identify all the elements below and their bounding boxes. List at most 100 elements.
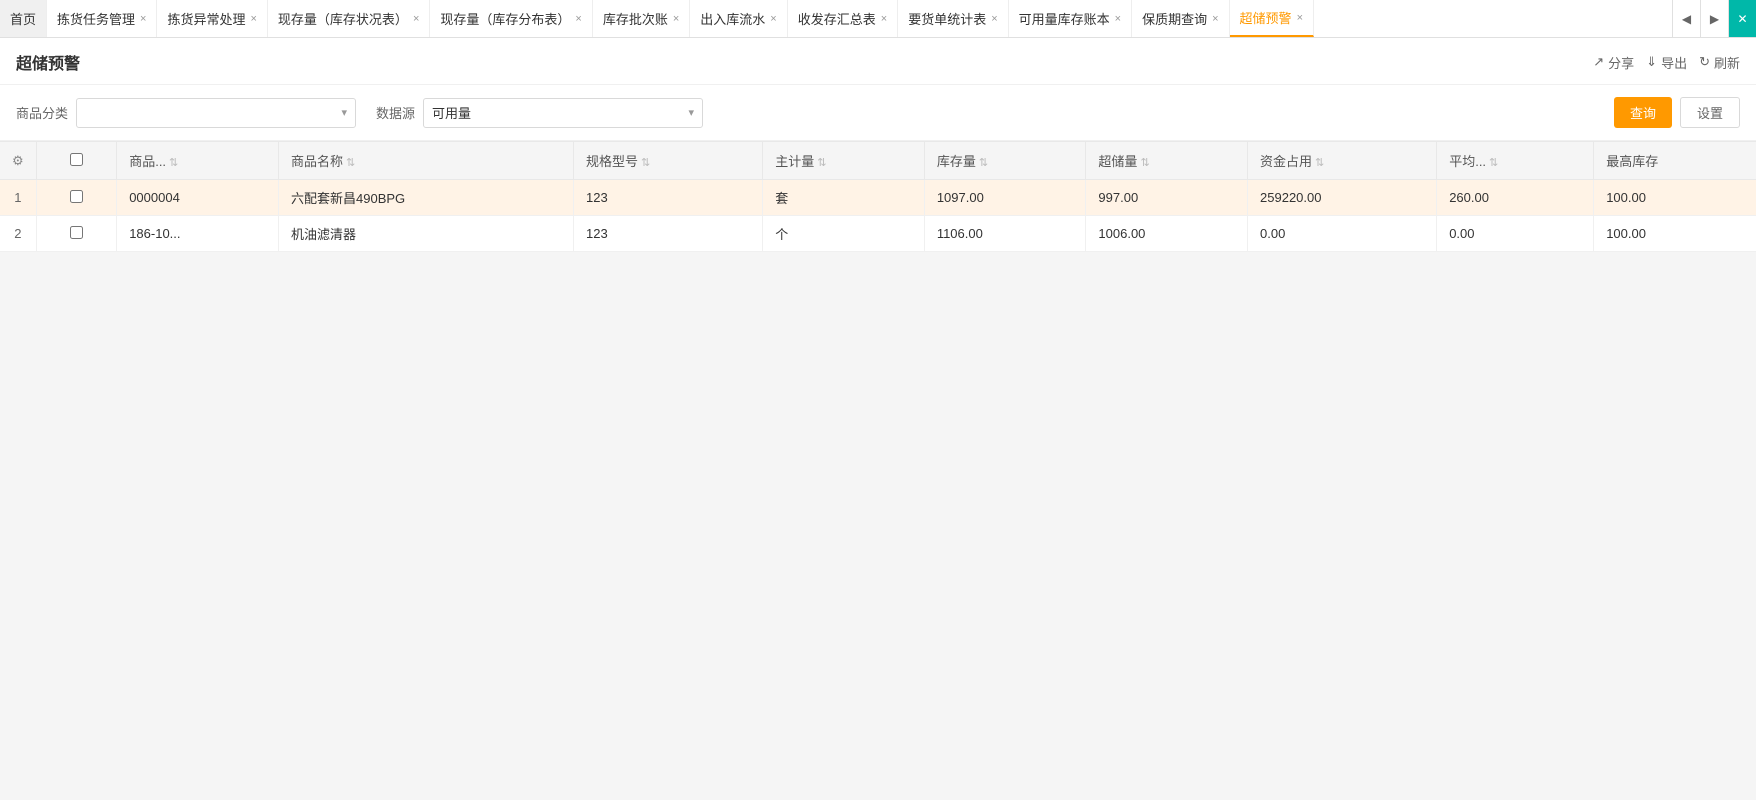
nav-close-icon[interactable]: × [1115,13,1121,25]
table-container: ⚙ 商品...⇅ 商品名称⇅ 规格型号⇅ 主计量⇅ [0,141,1756,252]
sort-icon: ⇅ [169,157,178,169]
column-max-stock[interactable]: 最高库存 [1594,142,1756,180]
row-checkbox[interactable] [70,226,83,239]
row-unit: 套 [763,180,925,216]
nav-item-task-mgmt[interactable]: 拣货任务管理 × [47,0,157,37]
column-capital[interactable]: 资金占用⇅ [1248,142,1437,180]
sort-icon: ⇅ [1140,157,1149,169]
nav-close-icon[interactable]: × [770,13,776,25]
query-button[interactable]: 查询 [1614,97,1672,128]
export-button[interactable]: ⇓ 导出 [1646,53,1687,72]
row-stock: 1106.00 [924,216,1086,252]
row-checkbox-cell[interactable] [36,180,117,216]
nav-item-summary[interactable]: 收发存汇总表 × [788,0,898,37]
row-avg: 0.00 [1437,216,1594,252]
row-checkbox[interactable] [70,190,83,203]
refresh-icon: ↻ [1699,54,1710,70]
refresh-label: 刷新 [1714,53,1740,72]
table-row[interactable]: 1 0000004 六配套新昌490BPG 123 套 1097.00 997.… [0,180,1756,216]
chevron-down-icon: ▾ [689,106,695,119]
filter-datasource: 数据源 可用量 ▾ [376,98,703,128]
row-overstock: 997.00 [1086,180,1248,216]
share-icon: ↗ [1593,54,1604,70]
row-overstock: 1006.00 [1086,216,1248,252]
nav-label: 超储预警 [1240,8,1292,27]
nav-close-icon[interactable]: × [991,13,997,25]
nav-label: 库存批次账 [603,9,668,28]
nav-item-overstock-warn[interactable]: 超储预警 × [1230,0,1314,37]
filter-bar: 商品分类 ▾ 数据源 可用量 ▾ 查询 设置 [0,85,1756,141]
nav-close-icon[interactable]: × [1212,13,1218,25]
nav-label: 拣货任务管理 [57,9,135,28]
nav-item-stock-status[interactable]: 现存量（库存状况表） × [268,0,430,37]
nav-item-stock-dist[interactable]: 现存量（库存分布表） × [430,0,592,37]
datasource-select[interactable]: 可用量 ▾ [423,98,703,128]
column-overstock[interactable]: 超储量⇅ [1086,142,1248,180]
row-stock: 1097.00 [924,180,1086,216]
row-sku: 0000004 [117,180,279,216]
nav-close-icon[interactable]: × [575,13,581,25]
nav-item-exception[interactable]: 拣货异常处理 × [157,0,267,37]
nav-label: 要货单统计表 [908,9,986,28]
export-icon: ⇓ [1646,54,1657,70]
table-body: 1 0000004 六配套新昌490BPG 123 套 1097.00 997.… [0,180,1756,252]
sort-icon: ⇅ [641,157,650,169]
column-stock[interactable]: 库存量⇅ [924,142,1086,180]
column-settings[interactable]: ⚙ [0,142,36,180]
nav-home-label: 首页 [10,9,36,28]
filter-actions: 查询 设置 [1614,97,1740,128]
nav-label: 现存量（库存分布表） [440,9,570,28]
row-checkbox-cell[interactable] [36,216,117,252]
chevron-down-icon: ▾ [341,106,347,119]
column-name[interactable]: 商品名称⇅ [279,142,574,180]
sort-icon: ⇅ [817,157,826,169]
nav-item-avail-account[interactable]: 可用量库存账本 × [1009,0,1132,37]
share-label: 分享 [1608,53,1634,72]
column-avg[interactable]: 平均...⇅ [1437,142,1594,180]
datasource-label: 数据源 [376,103,415,122]
filter-category: 商品分类 ▾ [16,98,356,128]
category-select[interactable]: ▾ [76,98,356,128]
nav-close-icon[interactable]: × [1297,12,1303,24]
column-unit[interactable]: 主计量⇅ [763,142,925,180]
row-spec: 123 [574,216,763,252]
gear-icon[interactable]: ⚙ [12,153,24,168]
nav-close-icon[interactable]: × [140,13,146,25]
nav-item-home[interactable]: 首页 [0,0,47,37]
nav-item-batch-account[interactable]: 库存批次账 × [593,0,690,37]
column-checkbox [36,142,117,180]
datasource-select-value: 可用量 [432,103,471,122]
row-sku: 186-10... [117,216,279,252]
nav-close-all-button[interactable]: ✕ [1728,0,1756,38]
nav-prev-button[interactable]: ◀ [1672,0,1700,38]
refresh-button[interactable]: ↻ 刷新 [1699,53,1740,72]
nav-item-order-stats[interactable]: 要货单统计表 × [898,0,1008,37]
row-capital: 259220.00 [1248,180,1437,216]
row-unit: 个 [763,216,925,252]
nav-item-shelf-life[interactable]: 保质期查询 × [1132,0,1229,37]
table-row[interactable]: 2 186-10... 机油滤清器 123 个 1106.00 1006.00 … [0,216,1756,252]
column-sku[interactable]: 商品...⇅ [117,142,279,180]
nav-item-inout-flow[interactable]: 出入库流水 × [690,0,787,37]
settings-button[interactable]: 设置 [1680,97,1740,128]
nav-label: 收发存汇总表 [798,9,876,28]
nav-close-icon[interactable]: × [250,13,256,25]
nav-label: 现存量（库存状况表） [278,9,408,28]
row-max-stock: 100.00 [1594,216,1756,252]
nav-close-icon[interactable]: × [413,13,419,25]
data-table: ⚙ 商品...⇅ 商品名称⇅ 规格型号⇅ 主计量⇅ [0,141,1756,252]
export-label: 导出 [1661,53,1687,72]
nav-next-button[interactable]: ▶ [1700,0,1728,38]
nav-close-icon[interactable]: × [673,13,679,25]
nav-close-icon[interactable]: × [881,13,887,25]
sort-icon: ⇅ [346,157,355,169]
row-index: 1 [0,180,36,216]
row-max-stock: 100.00 [1594,180,1756,216]
share-button[interactable]: ↗ 分享 [1593,53,1634,72]
column-spec[interactable]: 规格型号⇅ [574,142,763,180]
nav-arrows: ◀ ▶ ✕ [1672,0,1756,38]
sort-icon: ⇅ [1315,157,1324,169]
row-name: 六配套新昌490BPG [279,180,574,216]
select-all-checkbox[interactable] [70,153,83,166]
row-index: 2 [0,216,36,252]
